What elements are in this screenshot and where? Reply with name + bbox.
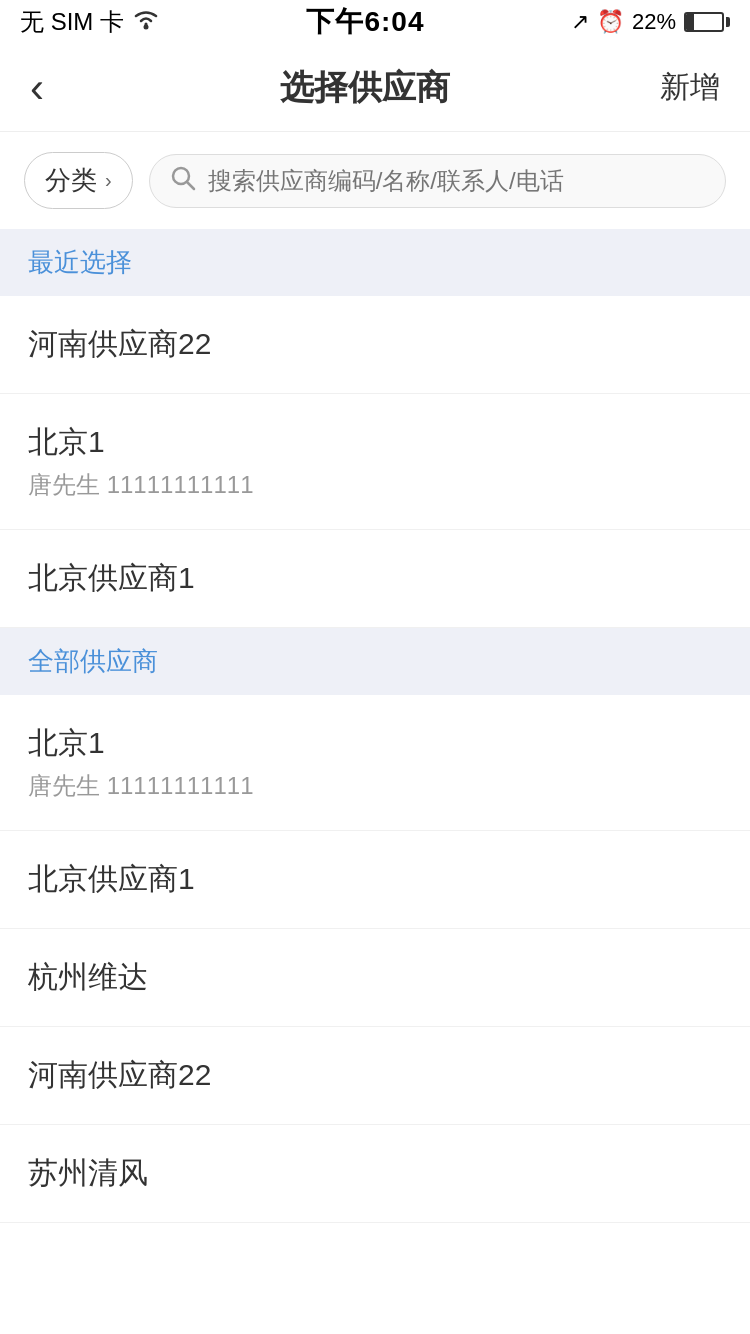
battery-icon [684, 12, 730, 32]
wifi-icon [132, 8, 160, 36]
list-item[interactable]: 苏州清风 [0, 1125, 750, 1223]
list-item[interactable]: 河南供应商22 [0, 1027, 750, 1125]
filter-bar: 分类 › [0, 132, 750, 229]
status-bar: 无 SIM 卡 下午6:04 ↗ ⏰ 22% [0, 0, 750, 44]
search-input[interactable] [208, 167, 705, 195]
item-sub: 唐先生 11111111111 [28, 469, 722, 501]
sim-text: 无 SIM 卡 [20, 6, 124, 38]
item-name: 河南供应商22 [28, 1055, 722, 1096]
chevron-right-icon: › [105, 169, 112, 192]
page-title: 选择供应商 [280, 65, 450, 111]
item-sub: 唐先生 11111111111 [28, 770, 722, 802]
item-name: 北京1 [28, 422, 722, 463]
recent-section-header: 最近选择 [0, 229, 750, 296]
list-item[interactable]: 北京1 唐先生 11111111111 [0, 695, 750, 831]
status-right: ↗ ⏰ 22% [571, 9, 730, 35]
search-box[interactable] [149, 154, 726, 208]
status-left: 无 SIM 卡 [20, 6, 160, 38]
list-item[interactable]: 北京1 唐先生 11111111111 [0, 394, 750, 530]
all-section-header: 全部供应商 [0, 628, 750, 695]
nav-bar: ‹ 选择供应商 新增 [0, 44, 750, 132]
item-name: 北京供应商1 [28, 859, 722, 900]
item-name: 北京1 [28, 723, 722, 764]
location-icon: ↗ [571, 9, 589, 35]
item-name: 北京供应商1 [28, 558, 722, 599]
category-filter[interactable]: 分类 › [24, 152, 133, 209]
status-time: 下午6:04 [306, 3, 424, 41]
item-name: 河南供应商22 [28, 324, 722, 365]
add-button[interactable]: 新增 [640, 67, 720, 108]
alarm-icon: ⏰ [597, 9, 624, 35]
list-item[interactable]: 北京供应商1 [0, 530, 750, 628]
list-item[interactable]: 河南供应商22 [0, 296, 750, 394]
svg-point-0 [144, 25, 149, 30]
list-item[interactable]: 北京供应商1 [0, 831, 750, 929]
recent-items-list: 河南供应商22 北京1 唐先生 11111111111 北京供应商1 [0, 296, 750, 628]
back-button[interactable]: ‹ [30, 64, 90, 112]
category-label: 分类 [45, 163, 97, 198]
battery-percent: 22% [632, 9, 676, 35]
search-icon [170, 165, 196, 197]
item-name: 杭州维达 [28, 957, 722, 998]
list-item[interactable]: 杭州维达 [0, 929, 750, 1027]
item-name: 苏州清风 [28, 1153, 722, 1194]
svg-line-2 [187, 182, 194, 189]
all-items-list: 北京1 唐先生 11111111111 北京供应商1 杭州维达河南供应商22 苏州清风 [0, 695, 750, 1223]
